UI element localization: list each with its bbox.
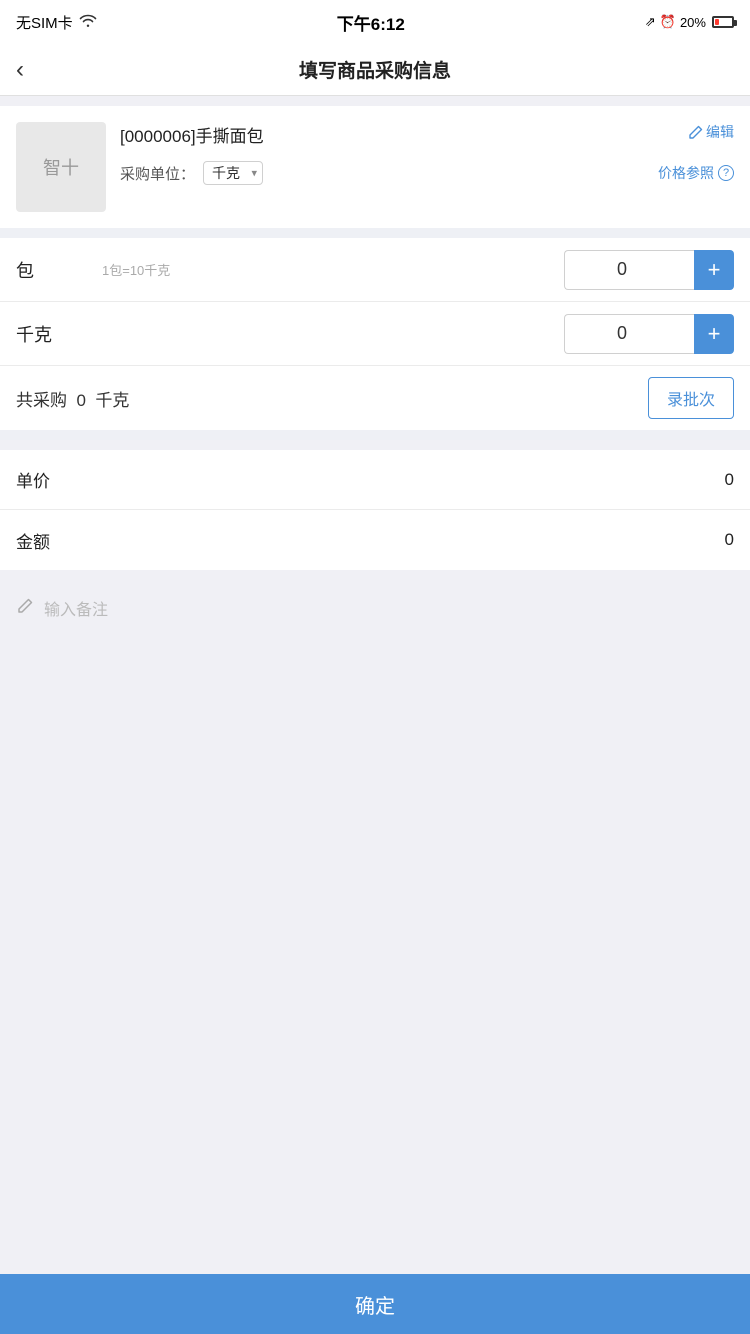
unit-label: 采购单位： 千克 xyxy=(120,161,263,185)
status-time: 下午6:12 xyxy=(337,10,405,35)
back-button[interactable]: ‹ xyxy=(16,56,24,84)
confirm-button[interactable]: 确定 xyxy=(0,1274,750,1334)
remark-section[interactable]: 输入备注 xyxy=(0,580,750,636)
product-info: [0000006]手撕面包 编辑 采购单位： 千克 价格参照 ? xyxy=(120,122,734,185)
carrier-label: 无SIM卡 xyxy=(16,12,73,33)
battery-icon xyxy=(712,16,734,28)
edit-button[interactable]: 编辑 xyxy=(689,122,734,142)
alarm-icon: ⏰ xyxy=(660,14,676,30)
bag-plus-button[interactable]: + xyxy=(694,250,734,290)
battery-pct-label: 20% xyxy=(680,15,706,30)
unit-select[interactable]: 千克 xyxy=(203,161,263,185)
remark-input[interactable]: 输入备注 xyxy=(44,596,108,620)
nav-bar: ‹ 填写商品采购信息 xyxy=(0,44,750,96)
bag-input-group: + xyxy=(564,250,734,290)
status-bar: 无SIM卡 下午6:12 ⇗ ⏰ 20% xyxy=(0,0,750,44)
pencil-icon xyxy=(16,597,34,620)
product-image: 智十 xyxy=(16,122,106,212)
input-section: 包 1包=10千克 + 千克 + xyxy=(0,238,750,366)
kg-label: 千克 xyxy=(16,321,96,347)
kg-input-row: 千克 + xyxy=(0,302,750,366)
kg-quantity-input[interactable] xyxy=(564,314,694,354)
price-section: 单价 0 金额 0 xyxy=(0,450,750,570)
price-ref-button[interactable]: 价格参照 ? xyxy=(658,163,734,183)
amount-value: 0 xyxy=(725,530,734,550)
location-icon: ⇗ xyxy=(645,14,656,30)
page-title: 填写商品采购信息 xyxy=(299,56,451,83)
status-left: 无SIM卡 xyxy=(16,12,97,33)
unit-select-wrapper[interactable]: 千克 xyxy=(203,161,263,185)
bag-quantity-input[interactable] xyxy=(564,250,694,290)
divider-1 xyxy=(0,228,750,238)
unit-price-label: 单价 xyxy=(16,467,50,492)
kg-input-group: + xyxy=(564,314,734,354)
bag-input-row: 包 1包=10千克 + xyxy=(0,238,750,302)
unit-price-value: 0 xyxy=(725,470,734,490)
product-name: [0000006]手撕面包 xyxy=(120,122,689,147)
bag-label: 包 xyxy=(16,257,96,283)
unit-price-row: 单价 0 xyxy=(0,450,750,510)
amount-label: 金额 xyxy=(16,528,50,553)
summary-row: 共采购 0 千克 录批次 xyxy=(0,366,750,430)
divider-2 xyxy=(0,430,750,440)
amount-row: 金额 0 xyxy=(0,510,750,570)
content-spacer xyxy=(0,636,750,916)
bag-sublabel: 1包=10千克 xyxy=(102,260,170,279)
status-right: ⇗ ⏰ 20% xyxy=(645,14,734,30)
wifi-icon xyxy=(79,13,97,31)
summary-text: 共采购 0 千克 xyxy=(16,386,129,411)
kg-plus-button[interactable]: + xyxy=(694,314,734,354)
price-ref-help-icon: ? xyxy=(718,165,734,181)
product-image-text: 智十 xyxy=(43,154,79,180)
product-card: 智十 [0000006]手撕面包 编辑 采购单位： 千克 xyxy=(0,106,750,228)
batch-button[interactable]: 录批次 xyxy=(648,377,734,419)
